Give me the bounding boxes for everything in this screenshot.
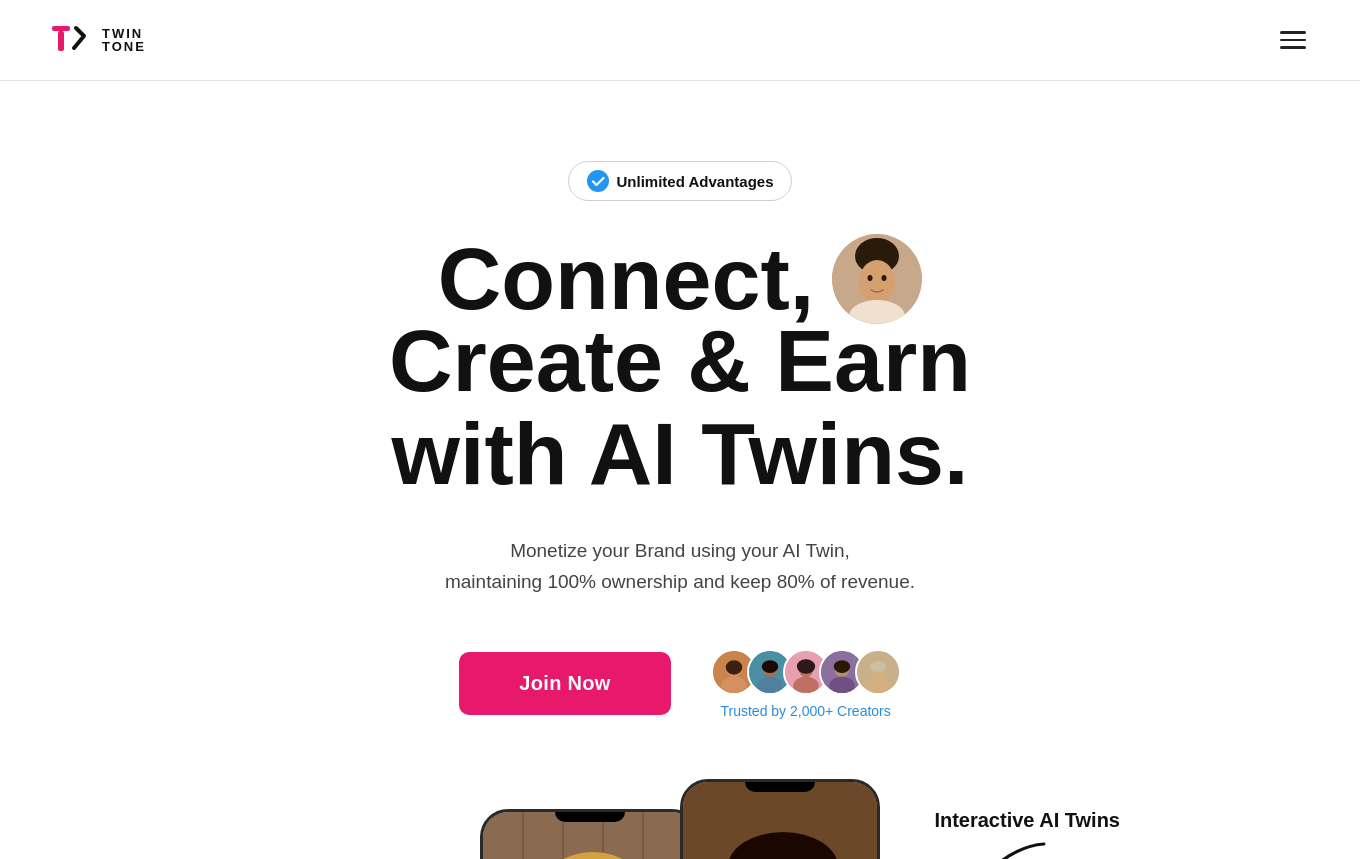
svg-point-12 [721, 677, 747, 695]
phone-notch-left [555, 812, 625, 822]
hero-section: Unlimited Advantages Connect, [0, 81, 1360, 859]
svg-point-11 [725, 660, 741, 675]
join-now-button[interactable]: Join Now [459, 652, 670, 715]
logo[interactable]: TWIN TONE [48, 18, 146, 62]
interactive-label-block: Interactive AI Twins [934, 809, 1120, 859]
logo-tone: TONE [102, 40, 146, 53]
check-icon [587, 170, 609, 192]
svg-rect-0 [52, 26, 70, 31]
interactive-label: Interactive AI Twins [934, 809, 1120, 832]
trusted-block: Trusted by 2,000+ Creators [711, 649, 901, 719]
svg-rect-1 [58, 31, 64, 51]
phone-notch-right [745, 782, 815, 792]
hero-text-ai-twins: with AI Twins. [392, 408, 969, 500]
svg-point-19 [797, 659, 815, 674]
svg-point-6 [868, 275, 873, 281]
svg-point-27 [869, 661, 885, 672]
hamburger-menu[interactable] [1274, 25, 1312, 55]
svg-point-15 [761, 660, 777, 673]
hamburger-line-3 [1280, 46, 1306, 49]
badge-label: Unlimited Advantages [617, 173, 774, 190]
header: TWIN TONE [0, 0, 1360, 81]
avatar-5 [855, 649, 901, 695]
svg-point-16 [757, 677, 783, 695]
svg-point-2 [587, 170, 609, 192]
cta-row: Join Now [459, 649, 900, 719]
logo-icon [48, 18, 92, 62]
avatar-stack [711, 649, 901, 695]
arrow-icon [954, 836, 1054, 859]
phone-section: Interactive AI Twins [0, 759, 1360, 859]
phone-right-display [683, 782, 877, 859]
svg-point-24 [829, 677, 855, 695]
hamburger-line-2 [1280, 39, 1306, 42]
logo-text: TWIN TONE [102, 27, 146, 53]
hero-subtext-line1: Monetize your Brand using your AI Twin, [510, 540, 850, 561]
advantages-badge: Unlimited Advantages [568, 161, 793, 201]
svg-point-28 [865, 677, 891, 695]
phone-left [480, 809, 700, 859]
hamburger-line-1 [1280, 31, 1306, 34]
svg-point-20 [793, 677, 819, 695]
hero-subtext-line2: maintaining 100% ownership and keep 80% … [445, 571, 915, 592]
phone-right [680, 779, 880, 859]
svg-point-7 [882, 275, 887, 281]
svg-point-23 [833, 660, 849, 673]
hero-subtext: Monetize your Brand using your AI Twin, … [445, 536, 915, 597]
main-content: Unlimited Advantages Connect, [0, 81, 1360, 859]
svg-point-5 [859, 260, 895, 304]
trusted-text: Trusted by 2,000+ Creators [720, 703, 890, 719]
hero-text-create-earn: Create & Earn [389, 315, 971, 407]
